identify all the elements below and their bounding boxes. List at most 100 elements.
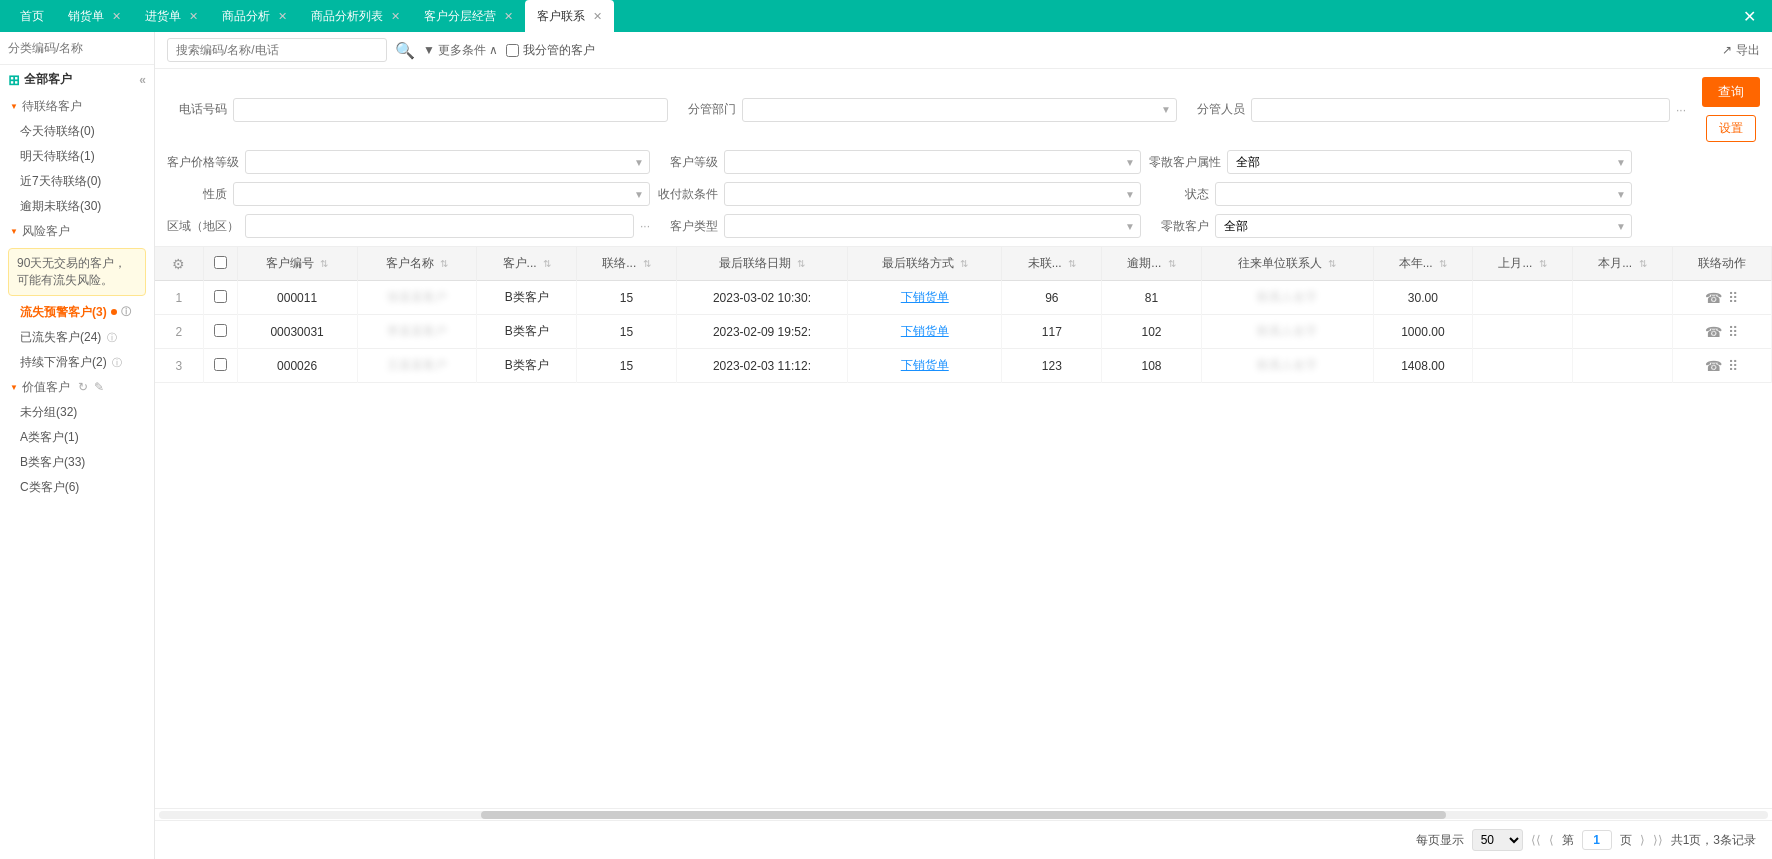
refresh-icon[interactable]: ↻ bbox=[78, 380, 88, 394]
filter-customer-type-select[interactable] bbox=[724, 214, 1141, 238]
row2-last-method-link[interactable]: 下销货单 bbox=[901, 324, 949, 338]
filter-price-grade-select[interactable] bbox=[245, 150, 650, 174]
page-last-btn[interactable]: ⟩⟩ bbox=[1653, 833, 1663, 847]
tab-sales-close[interactable]: ✕ bbox=[112, 10, 121, 23]
filter-nature-select[interactable] bbox=[233, 182, 650, 206]
col-type-sort[interactable]: ⇅ bbox=[543, 258, 551, 269]
row3-more-icon[interactable]: ⠿ bbox=[1728, 358, 1738, 374]
filter-payment-select[interactable] bbox=[724, 182, 1141, 206]
filter-retail-customer-select[interactable]: 全部 bbox=[1215, 214, 1632, 238]
row1-select[interactable] bbox=[214, 290, 227, 303]
sidebar-all-customers[interactable]: ⊞ 全部客户 « bbox=[0, 65, 154, 94]
sidebar-item-b-class[interactable]: B类客户(33) bbox=[0, 450, 154, 475]
row2-phone-icon[interactable]: ☎ bbox=[1705, 324, 1722, 340]
my-customers-checkbox[interactable] bbox=[506, 44, 519, 57]
sidebar-collapse-icon[interactable]: « bbox=[139, 73, 146, 87]
col-this-month-sort[interactable]: ⇅ bbox=[1639, 258, 1647, 269]
col-person-sort[interactable]: ⇅ bbox=[1328, 258, 1336, 269]
row1-phone-icon[interactable]: ☎ bbox=[1705, 290, 1722, 306]
tab-product-analysis[interactable]: 商品分析 ✕ bbox=[210, 0, 299, 32]
tab-customer-contact[interactable]: 客户联系 ✕ bbox=[525, 0, 614, 32]
filter-region-dots[interactable]: ··· bbox=[640, 219, 650, 233]
sidebar-search-input[interactable] bbox=[8, 41, 155, 55]
page-first-btn[interactable]: ⟨⟨ bbox=[1531, 833, 1541, 847]
table-row: 2 00030031 李某某客户 B类客户 15 2023-02-09 19:5… bbox=[155, 315, 1772, 349]
more-conditions-button[interactable]: ▼ 更多条件 ∧ bbox=[423, 42, 498, 59]
scrollbar-thumb[interactable] bbox=[481, 811, 1446, 819]
sidebar-group-value[interactable]: ▼ 价值客户 ↻ ✎ bbox=[0, 375, 154, 400]
filter-search-input[interactable] bbox=[167, 38, 387, 62]
sidebar-item-churned[interactable]: 已流失客户(24) ⓘ bbox=[0, 325, 154, 350]
tab-product-list-close[interactable]: ✕ bbox=[391, 10, 400, 23]
row3-last-method-link[interactable]: 下销货单 bbox=[901, 358, 949, 372]
tab-product-list[interactable]: 商品分析列表 ✕ bbox=[299, 0, 412, 32]
window-close-button[interactable]: ✕ bbox=[1735, 7, 1764, 26]
filter-manager-dots[interactable]: ··· bbox=[1676, 103, 1686, 117]
tab-product-analysis-close[interactable]: ✕ bbox=[278, 10, 287, 23]
col-unlisted-label: 未联... bbox=[1028, 256, 1062, 270]
row1-more-icon[interactable]: ⠿ bbox=[1728, 290, 1738, 306]
sidebar-item-c-class[interactable]: C类客户(6) bbox=[0, 475, 154, 500]
col-name-sort[interactable]: ⇅ bbox=[440, 258, 448, 269]
filter-payment-label: 收付款条件 bbox=[658, 186, 718, 203]
tab-home[interactable]: 首页 bbox=[8, 0, 56, 32]
sidebar-item-a-class[interactable]: A类客户(1) bbox=[0, 425, 154, 450]
my-customers-checkbox-label[interactable]: 我分管的客户 bbox=[506, 42, 595, 59]
select-all-checkbox[interactable] bbox=[214, 256, 227, 269]
col-contact-num-sort[interactable]: ⇅ bbox=[643, 258, 651, 269]
sidebar-item-overdue[interactable]: 逾期未联络(30) bbox=[0, 194, 154, 219]
filter-manager-input[interactable] bbox=[1251, 98, 1670, 122]
col-last-month-sort[interactable]: ⇅ bbox=[1539, 258, 1547, 269]
tab-customer-tier[interactable]: 客户分层经营 ✕ bbox=[412, 0, 525, 32]
col-last-method-sort[interactable]: ⇅ bbox=[960, 258, 968, 269]
query-button[interactable]: 查询 bbox=[1702, 77, 1760, 107]
row2-more-icon[interactable]: ⠿ bbox=[1728, 324, 1738, 340]
row3-phone-icon[interactable]: ☎ bbox=[1705, 358, 1722, 374]
sidebar-group-pending[interactable]: ▼ 待联络客户 bbox=[0, 94, 154, 119]
filter-customer-grade-select[interactable] bbox=[724, 150, 1141, 174]
row3-select[interactable] bbox=[214, 358, 227, 371]
col-unlisted-sort[interactable]: ⇅ bbox=[1068, 258, 1076, 269]
horizontal-scrollbar[interactable] bbox=[155, 808, 1772, 820]
row2-select[interactable] bbox=[214, 324, 227, 337]
sidebar-group-risk[interactable]: ▼ 风险客户 bbox=[0, 219, 154, 244]
page-number-input[interactable] bbox=[1582, 830, 1612, 850]
sidebar-item-tomorrow[interactable]: 明天待联络(1) bbox=[0, 144, 154, 169]
row1-this-year-text: 30.00 bbox=[1408, 291, 1438, 305]
sidebar-item-ungrouped[interactable]: 未分组(32) bbox=[0, 400, 154, 425]
sidebar-item-churn-warning[interactable]: 流失预警客户(3) ⓘ bbox=[0, 300, 154, 325]
row1-unlisted: 96 bbox=[1002, 281, 1102, 315]
filter-search-button[interactable]: 🔍 bbox=[395, 41, 415, 60]
filter-retail-attr-select[interactable]: 全部 bbox=[1227, 150, 1632, 174]
tab-purchase[interactable]: 进货单 ✕ bbox=[133, 0, 210, 32]
page-next-btn[interactable]: ⟩ bbox=[1640, 833, 1645, 847]
gear-icon[interactable]: ⚙ bbox=[172, 256, 185, 272]
sidebar-item-declining[interactable]: 持续下滑客户(2) ⓘ bbox=[0, 350, 154, 375]
page-prev-btn[interactable]: ⟨ bbox=[1549, 833, 1554, 847]
filter-region-input[interactable] bbox=[245, 214, 634, 238]
row1-last-method-link[interactable]: 下销货单 bbox=[901, 290, 949, 304]
export-button[interactable]: ↗ 导出 bbox=[1722, 42, 1760, 59]
row2-this-year: 1000.00 bbox=[1373, 315, 1473, 349]
sidebar-item-7days[interactable]: 近7天待联络(0) bbox=[0, 169, 154, 194]
col-last-date-sort[interactable]: ⇅ bbox=[797, 258, 805, 269]
col-this-year-sort[interactable]: ⇅ bbox=[1439, 258, 1447, 269]
sidebar-group-risk-label: 风险客户 bbox=[22, 223, 70, 240]
filter-phone-input[interactable] bbox=[233, 98, 668, 122]
settings-button[interactable]: 设置 bbox=[1706, 115, 1756, 142]
filter-dept-select[interactable] bbox=[742, 98, 1177, 122]
edit-icon[interactable]: ✎ bbox=[94, 380, 104, 394]
tab-customer-contact-close[interactable]: ✕ bbox=[593, 10, 602, 23]
tab-purchase-close[interactable]: ✕ bbox=[189, 10, 198, 23]
filter-status-select[interactable] bbox=[1215, 182, 1632, 206]
row2-code: 00030031 bbox=[237, 315, 357, 349]
row1-overdue-text: 81 bbox=[1145, 291, 1158, 305]
per-page-select[interactable]: 50 100 200 bbox=[1472, 829, 1523, 851]
row1-contact-text: 15 bbox=[620, 291, 633, 305]
tab-customer-tier-close[interactable]: ✕ bbox=[504, 10, 513, 23]
tab-sales[interactable]: 销货单 ✕ bbox=[56, 0, 133, 32]
col-code-sort[interactable]: ⇅ bbox=[320, 258, 328, 269]
sidebar-item-today[interactable]: 今天待联络(0) bbox=[0, 119, 154, 144]
filter-manager-label: 分管人员 bbox=[1185, 101, 1245, 118]
col-overdue-sort[interactable]: ⇅ bbox=[1168, 258, 1176, 269]
